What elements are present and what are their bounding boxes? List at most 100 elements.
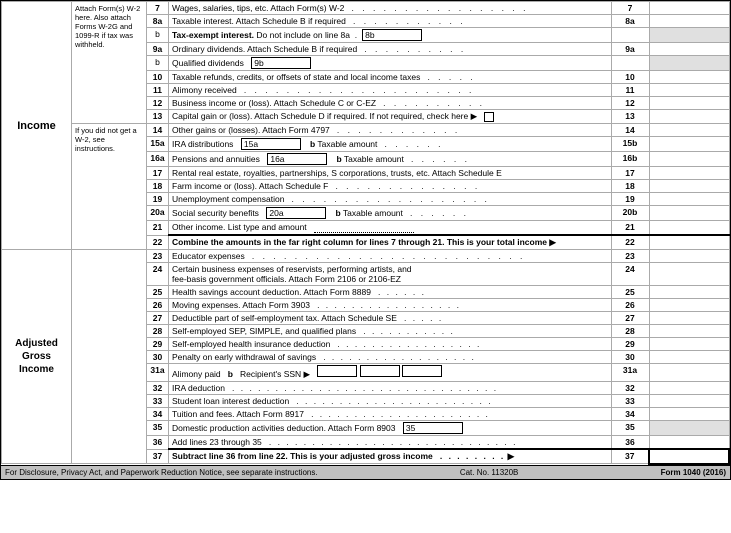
row-16b-input[interactable]: [649, 152, 729, 167]
row-31-ssn-box3[interactable]: [402, 365, 442, 377]
row-num-33: 33: [147, 395, 169, 408]
row-num-14: 14: [147, 124, 169, 137]
row-23-input[interactable]: [649, 250, 729, 263]
row-14-right: 14: [611, 124, 649, 137]
row-11-input[interactable]: [649, 84, 729, 97]
row-20b-input[interactable]: [649, 206, 729, 221]
row-19-desc: Unemployment compensation . . . . . . . …: [169, 193, 612, 206]
row-7-desc: Wages, salaries, tips, etc. Attach Form(…: [169, 2, 612, 15]
row-7-input[interactable]: [649, 2, 729, 15]
row-num-28: 28: [147, 325, 169, 338]
row-9b-input: [649, 56, 729, 71]
row-18-right: 18: [611, 180, 649, 193]
row-num-16a: 16a: [147, 152, 169, 167]
row-8b-box[interactable]: 8b: [362, 29, 422, 41]
row-33-input[interactable]: [649, 395, 729, 408]
row-num-32: 32: [147, 382, 169, 395]
row-num-25: 25: [147, 286, 169, 299]
row-9a-desc: Ordinary dividends. Attach Schedule B if…: [169, 43, 612, 56]
row-num-26: 26: [147, 299, 169, 312]
row-num-19: 19: [147, 193, 169, 206]
row-9a-input[interactable]: [649, 43, 729, 56]
row-28-input[interactable]: [649, 325, 729, 338]
row-31-ssn-box2[interactable]: [360, 365, 400, 377]
row-13-desc: Capital gain or (loss). Attach Schedule …: [169, 110, 612, 124]
row-32-input[interactable]: [649, 382, 729, 395]
row-13-input[interactable]: [649, 110, 729, 124]
row-29-input[interactable]: [649, 338, 729, 351]
agi-section-label: Adjusted Gross Income: [2, 250, 72, 464]
row-34-right: 34: [611, 408, 649, 421]
row-11-desc: Alimony received . . . . . . . . . . . .…: [169, 84, 612, 97]
row-22-input[interactable]: [649, 235, 729, 250]
row-9b-box[interactable]: 9b: [251, 57, 311, 69]
row-12-right: 12: [611, 97, 649, 110]
row-30-input[interactable]: [649, 351, 729, 364]
row-20-desc: Social security benefits 20a b Taxable a…: [169, 206, 612, 221]
row-24-input[interactable]: [649, 263, 729, 286]
row-num-8b: b: [147, 28, 169, 43]
row-32-right: 32: [611, 382, 649, 395]
row-30-right: 30: [611, 351, 649, 364]
row-36-input[interactable]: [649, 436, 729, 450]
agi-label1: Adjusted: [15, 338, 58, 349]
row-36-desc: Add lines 23 through 35 . . . . . . . . …: [169, 436, 612, 450]
row-31a-input[interactable]: [649, 364, 729, 382]
row-14-input[interactable]: [649, 124, 729, 137]
row-13-checkbox[interactable]: [484, 112, 494, 122]
row-17-input[interactable]: [649, 167, 729, 180]
row-33-desc: Student loan interest deduction . . . . …: [169, 395, 612, 408]
footer-form: Form 1040 (2016): [661, 468, 726, 477]
row-11-right: 11: [611, 84, 649, 97]
row-12-input[interactable]: [649, 97, 729, 110]
row-num-11: 11: [147, 84, 169, 97]
row-9b-desc: Qualified dividends 9b: [169, 56, 612, 71]
row-35-input: [649, 421, 729, 436]
row-7-right: 7: [611, 2, 649, 15]
row-15a-box[interactable]: 15a: [241, 138, 301, 150]
row-17-right: 17: [611, 167, 649, 180]
row-num-9b: b: [147, 56, 169, 71]
row-23-desc: Educator expenses . . . . . . . . . . . …: [169, 250, 612, 263]
row-8a-desc: Taxable interest. Attach Schedule B if r…: [169, 15, 612, 28]
row-16a-box[interactable]: 16a: [267, 153, 327, 165]
row-num-31a: 31a: [147, 364, 169, 382]
row-num-21: 21: [147, 221, 169, 236]
row-19-right: 19: [611, 193, 649, 206]
row-20a-box[interactable]: 20a: [266, 207, 326, 219]
row-22-desc: Combine the amounts in the far right col…: [169, 235, 612, 250]
row-8b-right: [611, 28, 649, 43]
row-15b-input[interactable]: [649, 137, 729, 152]
row-10-right: 10: [611, 71, 649, 84]
agi-label2: Gross: [22, 351, 51, 362]
row-35-box[interactable]: 35: [403, 422, 463, 434]
row-13-right: 13: [611, 110, 649, 124]
row-8a-input[interactable]: [649, 15, 729, 28]
row-37-desc: Subtract line 36 from line 22. This is y…: [169, 449, 612, 464]
row-27-input[interactable]: [649, 312, 729, 325]
row-35-right: 35: [611, 421, 649, 436]
row-num-35: 35: [147, 421, 169, 436]
attach-note-text: Attach Form(s) W-2 here. Also attach For…: [75, 4, 140, 49]
row-num-34: 34: [147, 408, 169, 421]
row-34-input[interactable]: [649, 408, 729, 421]
row-18-input[interactable]: [649, 180, 729, 193]
row-34-desc: Tuition and fees. Attach Form 8917 . . .…: [169, 408, 612, 421]
row-8b-desc: Tax-exempt interest. Do not include on l…: [169, 28, 612, 43]
row-37-input[interactable]: [649, 449, 729, 464]
row-10-input[interactable]: [649, 71, 729, 84]
row-31-ssn-box1[interactable]: [317, 365, 357, 377]
row-19-input[interactable]: [649, 193, 729, 206]
row-26-right: 26: [611, 299, 649, 312]
row-23-right: 23: [611, 250, 649, 263]
row-26-input[interactable]: [649, 299, 729, 312]
row-25-input[interactable]: [649, 286, 729, 299]
row-num-29: 29: [147, 338, 169, 351]
row-35-desc: Domestic production activities deduction…: [169, 421, 612, 436]
row-num-12: 12: [147, 97, 169, 110]
row-num-22: 22: [147, 235, 169, 250]
row-36-right: 36: [611, 436, 649, 450]
row-24-desc: Certain business expenses of reservists,…: [169, 263, 612, 286]
row-21-input[interactable]: [649, 221, 729, 236]
row-9b-right: [611, 56, 649, 71]
